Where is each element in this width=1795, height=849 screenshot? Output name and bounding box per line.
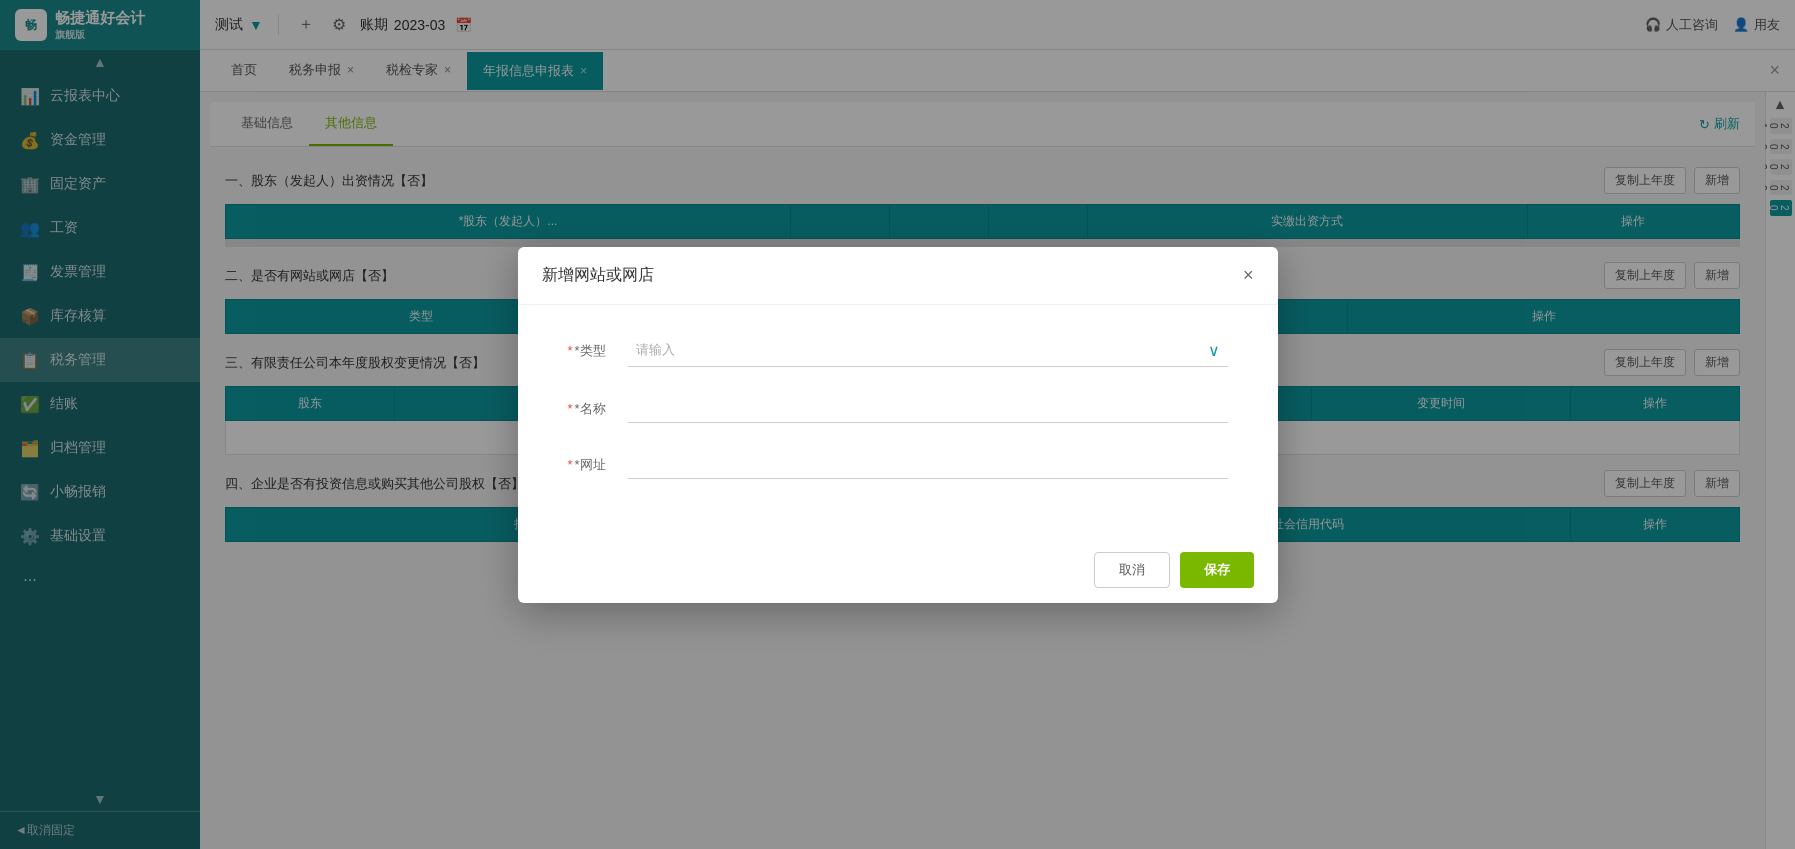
dialog-field-url: **网址 bbox=[568, 451, 1228, 479]
name-input[interactable] bbox=[628, 395, 1228, 423]
dialog-add-website: 新增网站或网店 × **类型 请输入 ∨ **名称 bbox=[518, 247, 1278, 603]
required-asterisk3: * bbox=[568, 457, 573, 472]
dialog-url-label: **网址 bbox=[568, 456, 618, 474]
dialog-name-label: **名称 bbox=[568, 400, 618, 418]
dialog-title: 新增网站或网店 bbox=[542, 265, 654, 286]
required-asterisk: * bbox=[568, 343, 573, 358]
modal-overlay: 新增网站或网店 × **类型 请输入 ∨ **名称 bbox=[0, 0, 1795, 849]
save-button[interactable]: 保存 bbox=[1180, 552, 1254, 588]
chevron-down-icon: ∨ bbox=[1208, 341, 1220, 360]
dialog-field-type: **类型 请输入 ∨ bbox=[568, 335, 1228, 367]
cancel-button[interactable]: 取消 bbox=[1094, 552, 1170, 588]
url-input[interactable] bbox=[628, 451, 1228, 479]
required-asterisk2: * bbox=[568, 401, 573, 416]
type-placeholder: 请输入 bbox=[636, 341, 675, 359]
dialog-footer: 取消 保存 bbox=[518, 537, 1278, 603]
dialog-header: 新增网站或网店 × bbox=[518, 247, 1278, 305]
type-select[interactable]: 请输入 ∨ bbox=[628, 335, 1228, 367]
dialog-close-button[interactable]: × bbox=[1243, 266, 1254, 284]
dialog-type-label: **类型 bbox=[568, 342, 618, 360]
dialog-body: **类型 请输入 ∨ **名称 **网址 bbox=[518, 305, 1278, 537]
dialog-field-name: **名称 bbox=[568, 395, 1228, 423]
